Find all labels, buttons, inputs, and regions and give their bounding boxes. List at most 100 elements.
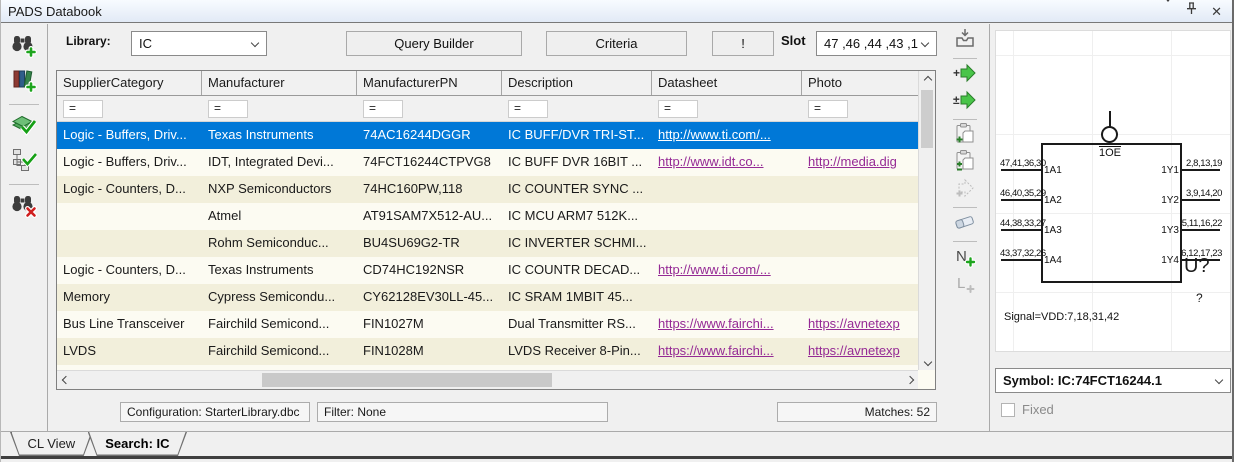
scroll-left-button[interactable] [57, 371, 74, 388]
library-select-value: IC [139, 36, 152, 51]
search-libraries-button[interactable] [8, 67, 40, 97]
slot-select[interactable]: 47 ,46 ,44 ,43 ,1 [816, 31, 937, 56]
tab-cl-view[interactable]: CL View [10, 432, 93, 456]
table-cell: Memory [63, 289, 110, 304]
table-cell: 74HC160PW,118 [363, 181, 463, 196]
table-cell [802, 122, 918, 149]
pads-databook-panel: PADS Databook ✕ Library: IC Query Builde… [0, 0, 1234, 462]
verify-part-button[interactable] [8, 112, 40, 142]
library-select[interactable]: IC [131, 31, 267, 56]
datasheet-link[interactable]: http://www.ti.com/... [652, 122, 802, 149]
pin-line [1001, 169, 1041, 171]
column-header-datasheet[interactable]: Datasheet [652, 71, 802, 95]
filter-input[interactable]: = [658, 99, 698, 118]
table-cell: CY62128EV30LL-45... [363, 289, 494, 304]
table-cell: Logic - Counters, D... [63, 262, 186, 277]
symbol-select[interactable]: Symbol: IC:74FCT16244.1 [995, 368, 1231, 393]
column-header-suppliercategory[interactable]: SupplierCategory [57, 71, 202, 95]
table-cell: Fairchild Semicond... [208, 343, 330, 358]
query-builder-button[interactable]: Query Builder [346, 31, 522, 56]
close-icon[interactable]: ✕ [1211, 5, 1222, 18]
horizontal-scroll-thumb[interactable] [262, 373, 552, 387]
table-cell: Texas Instruments [208, 262, 314, 277]
panel-bottom-edge [1, 456, 1232, 459]
criteria-button[interactable]: Criteria [546, 31, 687, 56]
column-header-photo[interactable]: Photo [802, 71, 918, 95]
paste-part-plus-minus-button[interactable] [951, 150, 979, 177]
verify-connectivity-button[interactable] [8, 147, 40, 177]
table-cell [652, 176, 802, 203]
datasheet-link[interactable]: http://www.ti.com/... [652, 257, 802, 284]
scroll-up-button[interactable] [919, 71, 936, 88]
add-part-plus-button[interactable]: + [951, 62, 979, 89]
table-cell: Rohm Semiconduc... [208, 235, 329, 250]
pin-line [1182, 169, 1220, 171]
add-part-plus-minus-button[interactable]: ± [951, 89, 979, 116]
left-toolbar [1, 24, 48, 431]
verify-part-icon [11, 112, 37, 143]
scroll-right-button[interactable] [901, 371, 918, 388]
column-header-manufacturer[interactable]: Manufacturer [202, 71, 357, 95]
datasheet-link[interactable]: https://www.fairchi... [652, 338, 802, 365]
pin-icon[interactable] [1186, 2, 1197, 20]
table-row[interactable]: Bus Line Transceiver Fairchild Semicond..… [57, 311, 918, 338]
vertical-scrollbar[interactable] [918, 71, 935, 370]
toolbar-separator [953, 207, 977, 208]
clear-search-button[interactable] [8, 192, 40, 222]
filter-input[interactable]: = [63, 99, 103, 118]
horizontal-scrollbar[interactable] [57, 370, 918, 389]
new-library-part-disabled-button: L [951, 272, 979, 299]
table-cell [57, 203, 202, 230]
pin-label: 1Y1 [1161, 165, 1179, 176]
pin-numbers: 44,38,33,27 [1000, 218, 1046, 229]
search-parts-button[interactable] [8, 32, 40, 62]
pin-label: 1A3 [1044, 225, 1062, 236]
part-actions-toolbar: + ± N L [945, 28, 985, 299]
table-cell [802, 284, 918, 311]
verify-connectivity-icon [11, 147, 38, 178]
table-row[interactable]: Logic - Counters, D... Texas Instruments C… [57, 257, 918, 284]
filter-input[interactable]: = [808, 99, 848, 118]
table-cell [802, 176, 918, 203]
vertical-scroll-thumb[interactable] [921, 90, 933, 148]
table-row[interactable]: Logic - Buffers, Driv... IDT, Integrated … [57, 149, 918, 176]
photo-link[interactable]: http://media.dig [802, 149, 918, 176]
toolbar-separator [953, 241, 977, 242]
pin-line [1001, 259, 1041, 261]
tab-search-ic[interactable]: Search: IC [88, 432, 187, 456]
eraser-button[interactable] [951, 211, 979, 238]
table-row[interactable]: Logic - Buffers, Driv... Texas Instrument… [57, 122, 918, 149]
pin-numbers: 5,11,16,22 [1181, 218, 1223, 229]
table-cell: IDT, Integrated Devi... [208, 154, 334, 169]
symbol-inversion-bubble [1101, 126, 1118, 143]
symbol-select-value: Symbol: IC:74FCT16244.1 [1003, 373, 1162, 388]
table-row[interactable]: LVDS Fairchild Semicond... FIN1028M LVDS Re… [57, 338, 918, 365]
datasheet-link[interactable]: https://www.fairchi... [652, 311, 802, 338]
photo-link[interactable]: https://avnetexp [802, 338, 918, 365]
table-cell: IC MCU ARM7 512K... [508, 208, 639, 223]
table-row[interactable]: Logic - Counters, D... NXP Semiconductors… [57, 176, 918, 203]
table-cell: IC COUNTR DECAD... [508, 262, 641, 277]
exclaim-button[interactable]: ! [712, 31, 774, 56]
place-part-button[interactable] [951, 28, 979, 55]
new-part-button[interactable]: N [951, 245, 979, 272]
photo-link[interactable]: https://avnetexp [802, 311, 918, 338]
filter-input[interactable]: = [508, 99, 548, 118]
table-row[interactable]: Memory Cypress Semicondu... CY62128EV30LL-… [57, 284, 918, 311]
scroll-down-button[interactable] [919, 353, 936, 370]
table-row[interactable]: Atmel AT91SAM7X512-AU... IC MCU ARM7 512K.… [57, 203, 918, 230]
paste-part-plus-button[interactable] [951, 123, 979, 150]
table-row[interactable]: Rohm Semiconduc... BU4SU69G2-TR IC INVERTE… [57, 230, 918, 257]
filter-input[interactable]: = [208, 99, 248, 118]
table-cell [652, 230, 802, 257]
window-menu-chevron-icon[interactable] [1164, 0, 1173, 20]
column-header-description[interactable]: Description [502, 71, 652, 95]
column-header-manufacturerpn[interactable]: ManufacturerPN [357, 71, 502, 95]
panel-title: PADS Databook [8, 3, 102, 19]
table-cell: NXP Semiconductors [208, 181, 332, 196]
fixed-checkbox[interactable] [1001, 402, 1015, 417]
pin-line [1001, 199, 1041, 201]
datasheet-link[interactable]: http://www.idt.co... [652, 149, 802, 176]
table-cell: IC BUFF/DVR TRI-ST... [508, 127, 645, 142]
filter-input[interactable]: = [363, 99, 403, 118]
